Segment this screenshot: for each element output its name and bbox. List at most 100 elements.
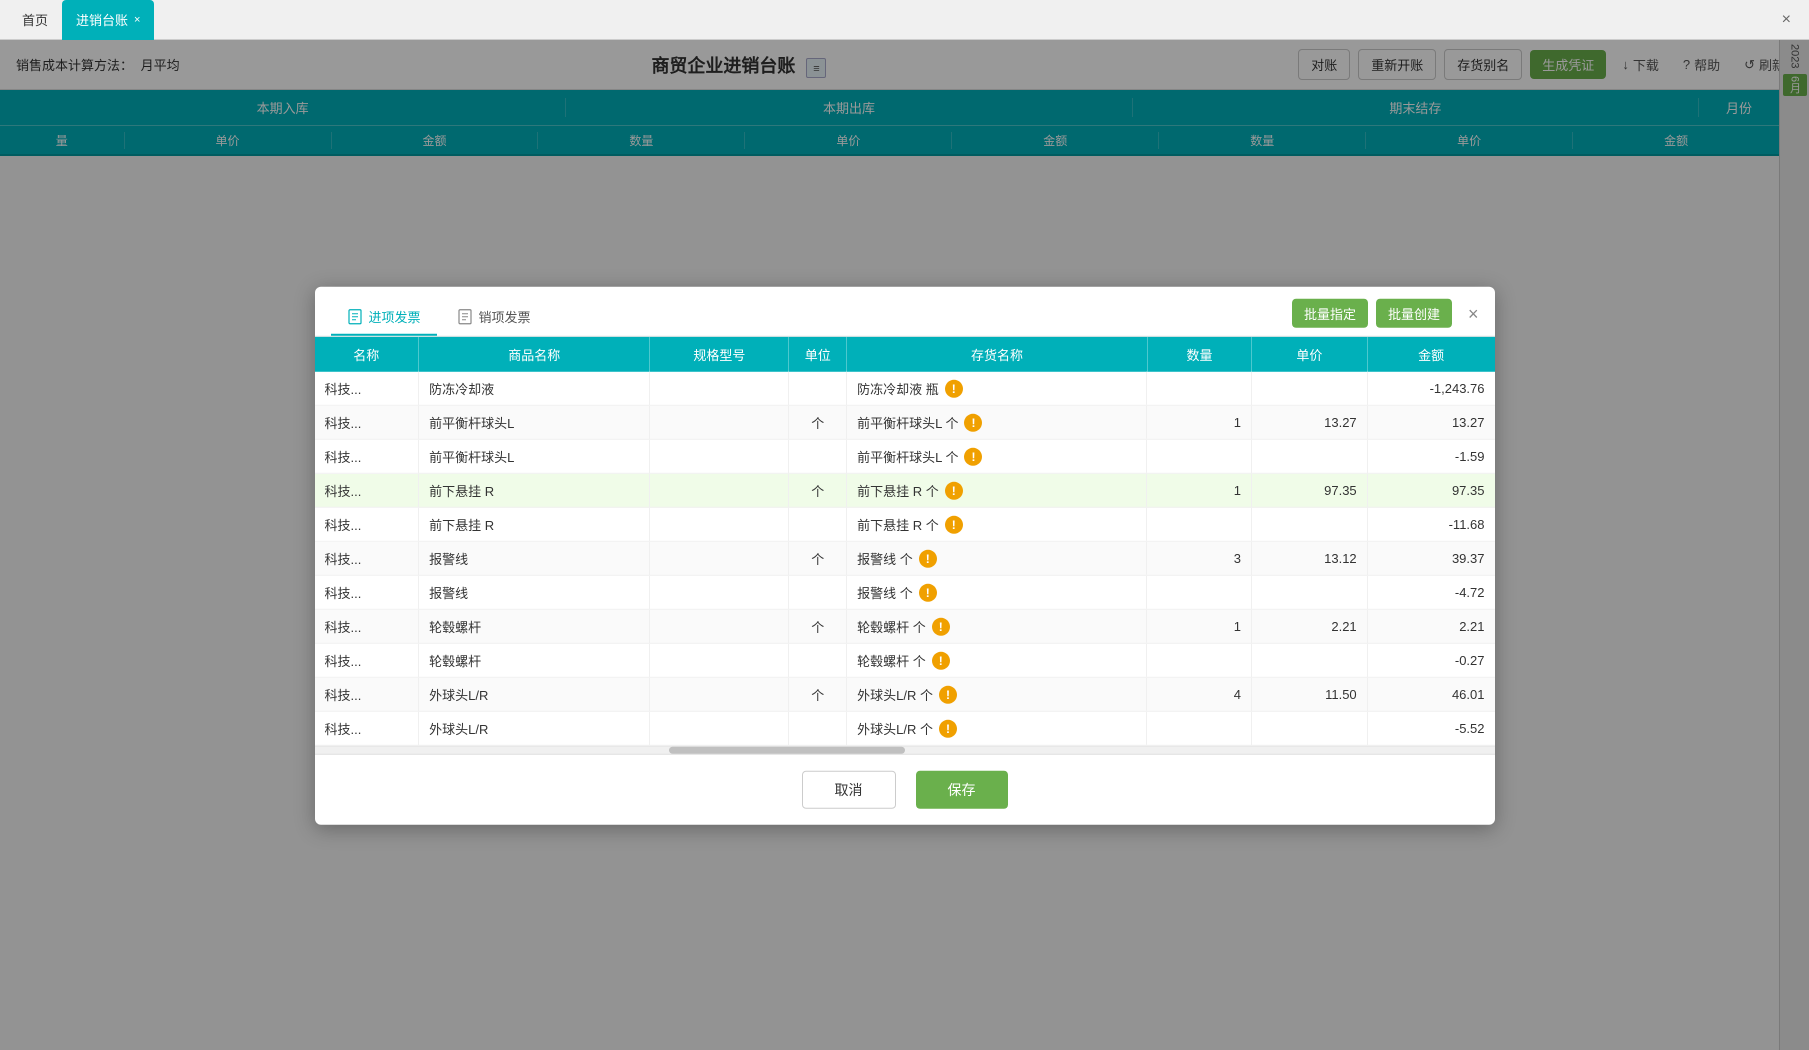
col-product: 商品名称 <box>419 337 650 372</box>
window-close-button[interactable]: × <box>1772 11 1801 29</box>
cell-name: 科技... <box>315 677 419 711</box>
cell-price: 2.21 <box>1252 609 1368 643</box>
cell-unit <box>789 372 847 406</box>
save-button[interactable]: 保存 <box>916 771 1008 809</box>
cell-name: 科技... <box>315 711 419 745</box>
table-row: 科技...前下悬挂 R个前下悬挂 R 个!197.3597.35 <box>315 473 1495 507</box>
batch-assign-button[interactable]: 批量指定 <box>1292 299 1368 328</box>
warning-icon: ! <box>945 515 963 533</box>
cell-name: 科技... <box>315 473 419 507</box>
col-qty: 数量 <box>1147 337 1251 372</box>
cell-unit <box>789 711 847 745</box>
cell-spec <box>650 405 789 439</box>
cell-unit: 个 <box>789 609 847 643</box>
cell-price <box>1252 575 1368 609</box>
cell-inventory: 防冻冷却液 瓶! <box>847 372 1147 405</box>
modal-table-container[interactable]: 名称 商品名称 规格型号 单位 存货名称 数量 单价 金额 科技...防冻冷却液… <box>315 337 1495 747</box>
cell-unit: 个 <box>789 473 847 507</box>
cell-product: 轮毂螺杆 <box>419 643 650 677</box>
cancel-button[interactable]: 取消 <box>802 771 896 809</box>
invoice-in-icon <box>347 308 363 324</box>
cell-amount: -11.68 <box>1367 507 1494 541</box>
cell-inventory: 报警线 个! <box>847 576 1147 609</box>
cell-product: 前下悬挂 R <box>419 473 650 507</box>
table-row: 科技...防冻冷却液防冻冷却液 瓶!-1,243.76 <box>315 372 1495 406</box>
warning-icon: ! <box>945 379 963 397</box>
tab-ledger[interactable]: 进销台账 × <box>62 0 154 40</box>
batch-create-button[interactable]: 批量创建 <box>1376 299 1452 328</box>
warning-icon: ! <box>932 651 950 669</box>
tab-bar: 首页 进销台账 × × <box>0 0 1809 40</box>
cell-unit <box>789 439 847 473</box>
cell-amount: -1,243.76 <box>1367 372 1494 406</box>
cell-product: 轮毂螺杆 <box>419 609 650 643</box>
table-row: 科技...报警线报警线 个!-4.72 <box>315 575 1495 609</box>
cell-product: 前下悬挂 R <box>419 507 650 541</box>
cell-price: 97.35 <box>1252 473 1368 507</box>
warning-icon: ! <box>964 447 982 465</box>
cell-price <box>1252 439 1368 473</box>
cell-amount: -1.59 <box>1367 439 1494 473</box>
cell-unit: 个 <box>789 677 847 711</box>
cell-inventory: 前平衡杆球头L 个! <box>847 440 1147 473</box>
cell-product: 外球头L/R <box>419 711 650 745</box>
cell-spec <box>650 677 789 711</box>
cell-qty <box>1147 711 1251 745</box>
col-name: 名称 <box>315 337 419 372</box>
tab-home[interactable]: 首页 <box>8 0 62 40</box>
cell-spec <box>650 711 789 745</box>
cell-amount: -4.72 <box>1367 575 1494 609</box>
cell-price <box>1252 372 1368 406</box>
cell-price: 13.12 <box>1252 541 1368 575</box>
modal-tab-invoice-out[interactable]: 销项发票 <box>441 299 547 336</box>
cell-unit: 个 <box>789 541 847 575</box>
tab-ledger-close[interactable]: × <box>134 14 140 26</box>
cell-inventory: 轮毂螺杆 个! <box>847 610 1147 643</box>
cell-qty <box>1147 507 1251 541</box>
cell-spec <box>650 372 789 406</box>
cell-inventory: 外球头L/R 个! <box>847 712 1147 745</box>
cell-price: 13.27 <box>1252 405 1368 439</box>
modal-close-button[interactable]: × <box>1468 304 1479 330</box>
cell-price: 11.50 <box>1252 677 1368 711</box>
cell-product: 外球头L/R <box>419 677 650 711</box>
cell-product: 报警线 <box>419 541 650 575</box>
cell-qty: 3 <box>1147 541 1251 575</box>
modal-header: 进项发票 销项发票 批量指定 批量创建 <box>315 287 1495 337</box>
cell-qty <box>1147 575 1251 609</box>
modal-tab-invoice-in[interactable]: 进项发票 <box>331 299 437 336</box>
cell-inventory: 外球头L/R 个! <box>847 678 1147 711</box>
cell-qty: 1 <box>1147 473 1251 507</box>
modal-tab1-label: 进项发票 <box>369 307 421 326</box>
cell-unit <box>789 507 847 541</box>
scrollbar-thumb <box>669 747 905 754</box>
table-row: 科技...轮毂螺杆个轮毂螺杆 个!12.212.21 <box>315 609 1495 643</box>
cell-inventory: 报警线 个! <box>847 542 1147 575</box>
table-row: 科技...外球头L/R个外球头L/R 个!411.5046.01 <box>315 677 1495 711</box>
cell-spec <box>650 643 789 677</box>
cell-name: 科技... <box>315 541 419 575</box>
cell-qty <box>1147 439 1251 473</box>
cell-amount: -0.27 <box>1367 643 1494 677</box>
invoice-out-icon <box>457 308 473 324</box>
cell-qty: 4 <box>1147 677 1251 711</box>
cell-spec <box>650 575 789 609</box>
cell-unit: 个 <box>789 405 847 439</box>
cell-inventory: 前下悬挂 R 个! <box>847 474 1147 507</box>
col-inventory: 存货名称 <box>847 337 1148 372</box>
table-row: 科技...前下悬挂 R前下悬挂 R 个!-11.68 <box>315 507 1495 541</box>
cell-unit <box>789 575 847 609</box>
cell-name: 科技... <box>315 405 419 439</box>
cell-name: 科技... <box>315 575 419 609</box>
col-unit: 单位 <box>789 337 847 372</box>
cell-unit <box>789 643 847 677</box>
warning-icon: ! <box>939 685 957 703</box>
cell-spec <box>650 473 789 507</box>
table-row: 科技...报警线个报警线 个!313.1239.37 <box>315 541 1495 575</box>
col-amount: 金额 <box>1367 337 1494 372</box>
col-price: 单价 <box>1252 337 1368 372</box>
warning-icon: ! <box>919 549 937 567</box>
cell-price <box>1252 507 1368 541</box>
modal-horizontal-scrollbar[interactable] <box>315 747 1495 755</box>
table-row: 科技...外球头L/R外球头L/R 个!-5.52 <box>315 711 1495 745</box>
